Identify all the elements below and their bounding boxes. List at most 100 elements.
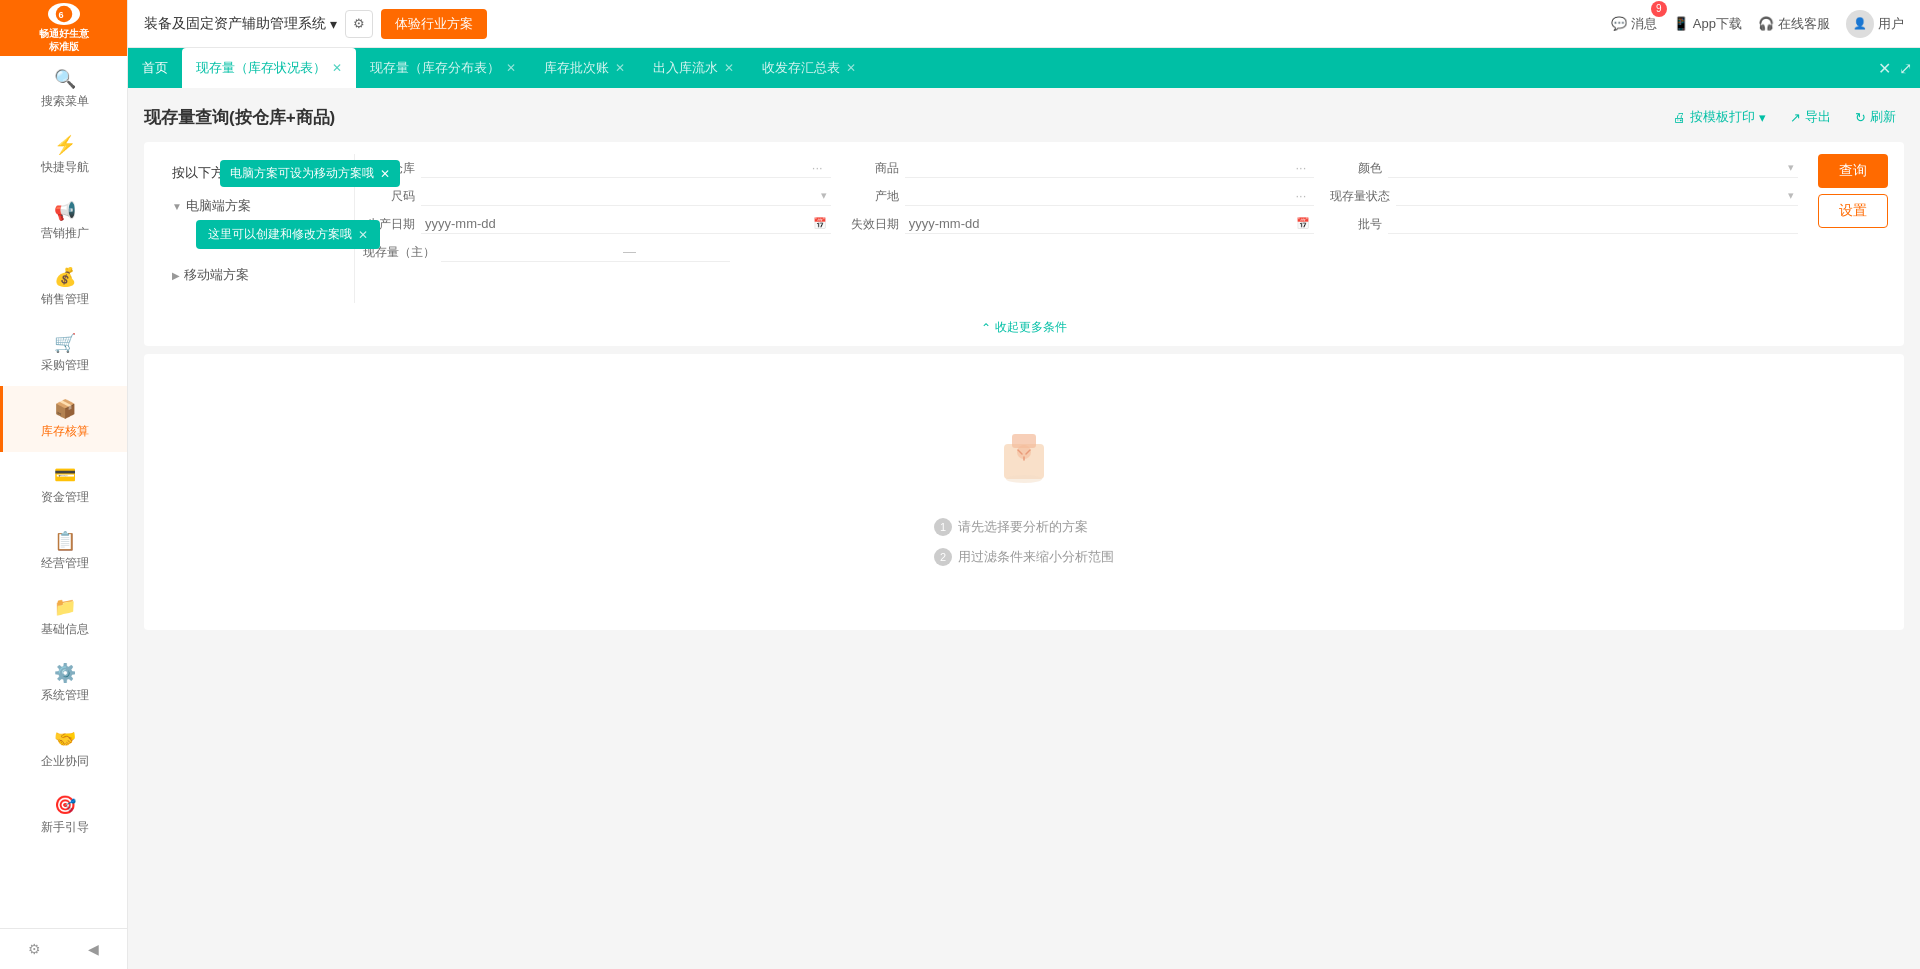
online-service-button[interactable]: 🎧 在线客服 (1758, 15, 1830, 33)
scheme-node-mobile[interactable]: ▶ 移动端方案 (172, 263, 342, 287)
step-number-2: 2 (934, 548, 952, 566)
stock-main-input-to[interactable] (646, 244, 726, 259)
tab-bar: 首页 现存量（库存状况表） ✕ 现存量（库存分布表） ✕ 库存批次账 ✕ 出入库… (128, 48, 1920, 88)
more-options-icon[interactable]: ··· (808, 160, 827, 175)
calendar-icon[interactable]: 📅 (813, 217, 827, 230)
goods-input[interactable] (909, 160, 1290, 175)
message-button[interactable]: 💬 消息 9 (1611, 15, 1657, 33)
sidebar-item-inventory[interactable]: 📦库存核算 (0, 386, 127, 452)
action-buttons: 查询 设置 (1818, 154, 1888, 228)
batch-no-control (1388, 214, 1798, 234)
settings-button[interactable]: ⚙ (345, 10, 373, 38)
sidebar-item-search[interactable]: 🔍搜索菜单 (0, 56, 127, 122)
goods-label: 商品 (847, 160, 899, 177)
sidebar-item-guide[interactable]: 🎯新手引导 (0, 782, 127, 848)
warehouse-input[interactable] (425, 160, 806, 175)
tab-maximize-icon[interactable]: ⤢ (1899, 59, 1912, 78)
tooltip2-close[interactable]: ✕ (358, 228, 368, 242)
sidebar-item-base[interactable]: 📁基础信息 (0, 584, 127, 650)
print-button[interactable]: 🖨 按模板打印 ▾ (1665, 104, 1774, 130)
more-options-icon[interactable]: ··· (1291, 160, 1310, 175)
filter-size: 尺码 ▾ (363, 186, 831, 206)
collab-icon: 🤝 (54, 728, 76, 750)
filter-produce-date: 生产日期 📅 (363, 214, 831, 234)
origin-input[interactable] (909, 188, 1290, 203)
inventory-icon: 📦 (54, 398, 76, 420)
size-input[interactable] (425, 188, 819, 203)
dropdown-icon[interactable]: ▾ (821, 189, 827, 202)
batch-no-label: 批号 (1330, 216, 1382, 233)
sidebar-item-finance[interactable]: 💳资金管理 (0, 452, 127, 518)
tab-close-icon[interactable]: ✕ (506, 61, 516, 75)
range-separator: — (615, 244, 644, 259)
stock-status-control: ▾ (1396, 186, 1798, 206)
empty-step-2: 2 用过滤条件来缩小分析范围 (934, 544, 1114, 570)
tab-close-icon[interactable]: ✕ (846, 61, 856, 75)
reset-button[interactable]: 设置 (1818, 194, 1888, 228)
batch-no-input[interactable] (1392, 216, 1794, 231)
size-label: 尺码 (363, 188, 415, 205)
tab-close-icon[interactable]: ✕ (615, 61, 625, 75)
more-options-icon[interactable]: ··· (1291, 188, 1310, 203)
sidebar-item-operations[interactable]: 📋经营管理 (0, 518, 127, 584)
calendar-icon[interactable]: 📅 (1296, 217, 1310, 230)
user-button[interactable]: 👤 用户 (1846, 10, 1904, 38)
tab-summary[interactable]: 收发存汇总表 ✕ (748, 48, 870, 88)
print-icon: 🖨 (1673, 110, 1686, 125)
sidebar-item-label: 新手引导 (41, 819, 89, 836)
service-icon: 🎧 (1758, 16, 1774, 31)
main-area: 装备及固定资产辅助管理系统 ▾ ⚙ 体验行业方案 💬 消息 9 📱 App下载 … (128, 0, 1920, 969)
query-button[interactable]: 查询 (1818, 154, 1888, 188)
app-download-button[interactable]: 📱 App下载 (1673, 15, 1742, 33)
collapse-sidebar-icon[interactable]: ◀ (88, 941, 99, 957)
color-input[interactable] (1392, 160, 1786, 175)
sidebar-footer: ⚙ ◀ (0, 928, 127, 969)
industry-button[interactable]: 体验行业方案 (381, 9, 487, 39)
tab-stock-status[interactable]: 现存量（库存状况表） ✕ (182, 48, 356, 88)
stock-main-input[interactable] (445, 244, 613, 259)
tab-batch[interactable]: 库存批次账 ✕ (530, 48, 639, 88)
chevron-down-icon: ▾ (330, 16, 337, 32)
tooltip1-close[interactable]: ✕ (380, 167, 390, 181)
empty-text: 1 请先选择要分析的方案 2 用过滤条件来缩小分析范围 (934, 514, 1114, 570)
tooltip2-container: 这里可以创建和修改方案哦 ✕ (196, 220, 342, 249)
filter-row-2: 尺码 ▾ 产地 ··· (363, 186, 1798, 206)
tab-stock-dist[interactable]: 现存量（库存分布表） ✕ (356, 48, 530, 88)
produce-date-input[interactable] (425, 216, 811, 231)
export-button[interactable]: ↗ 导出 (1782, 104, 1839, 130)
sidebar-item-nav[interactable]: ⚡快捷导航 (0, 122, 127, 188)
tab-home[interactable]: 首页 (128, 48, 182, 88)
finance-icon: 💳 (54, 464, 76, 486)
sidebar-item-sales[interactable]: 💰销售管理 (0, 254, 127, 320)
warehouse-control: ··· (421, 158, 831, 178)
content-panel: 仓库 ··· 商品 ··· (355, 154, 1806, 266)
tab-flow[interactable]: 出入库流水 ✕ (639, 48, 748, 88)
settings-icon[interactable]: ⚙ (28, 941, 41, 957)
stock-status-input[interactable] (1400, 188, 1786, 203)
marketing-icon: 📢 (54, 200, 76, 222)
scheme-node-pc[interactable]: ▼ 电脑端方案 (172, 194, 342, 218)
dropdown-icon[interactable]: ▾ (1788, 189, 1794, 202)
search-icon: 🔍 (54, 68, 76, 90)
refresh-button[interactable]: ↻ 刷新 (1847, 104, 1904, 130)
sidebar-item-purchase[interactable]: 🛒采购管理 (0, 320, 127, 386)
sidebar-item-system[interactable]: ⚙️系统管理 (0, 650, 127, 716)
system-title[interactable]: 装备及固定资产辅助管理系统 ▾ (144, 15, 337, 33)
expire-date-control: 📅 (905, 214, 1315, 234)
sidebar-item-label: 营销推广 (41, 225, 89, 242)
expire-date-input[interactable] (909, 216, 1295, 231)
tab-close-icon[interactable]: ✕ (332, 61, 342, 75)
logo-icon: 6 (48, 3, 80, 25)
tab-close-icon[interactable]: ✕ (724, 61, 734, 75)
produce-date-control: 📅 (421, 214, 831, 234)
chevron-down-icon: ▾ (1759, 110, 1766, 125)
dropdown-icon[interactable]: ▾ (1788, 161, 1794, 174)
empty-state: 1 请先选择要分析的方案 2 用过滤条件来缩小分析范围 (144, 354, 1904, 630)
sidebar-item-collab[interactable]: 🤝企业协同 (0, 716, 127, 782)
tab-close-all-icon[interactable]: ✕ (1878, 59, 1891, 78)
sidebar-item-marketing[interactable]: 📢 营销推广 (0, 188, 127, 254)
page-title: 现存量查询(按仓库+商品) (144, 106, 335, 129)
filter-color: 颜色 ▾ (1330, 158, 1798, 178)
empty-illustration (984, 414, 1064, 494)
collapse-button[interactable]: ⌃ 收起更多条件 (160, 313, 1888, 338)
